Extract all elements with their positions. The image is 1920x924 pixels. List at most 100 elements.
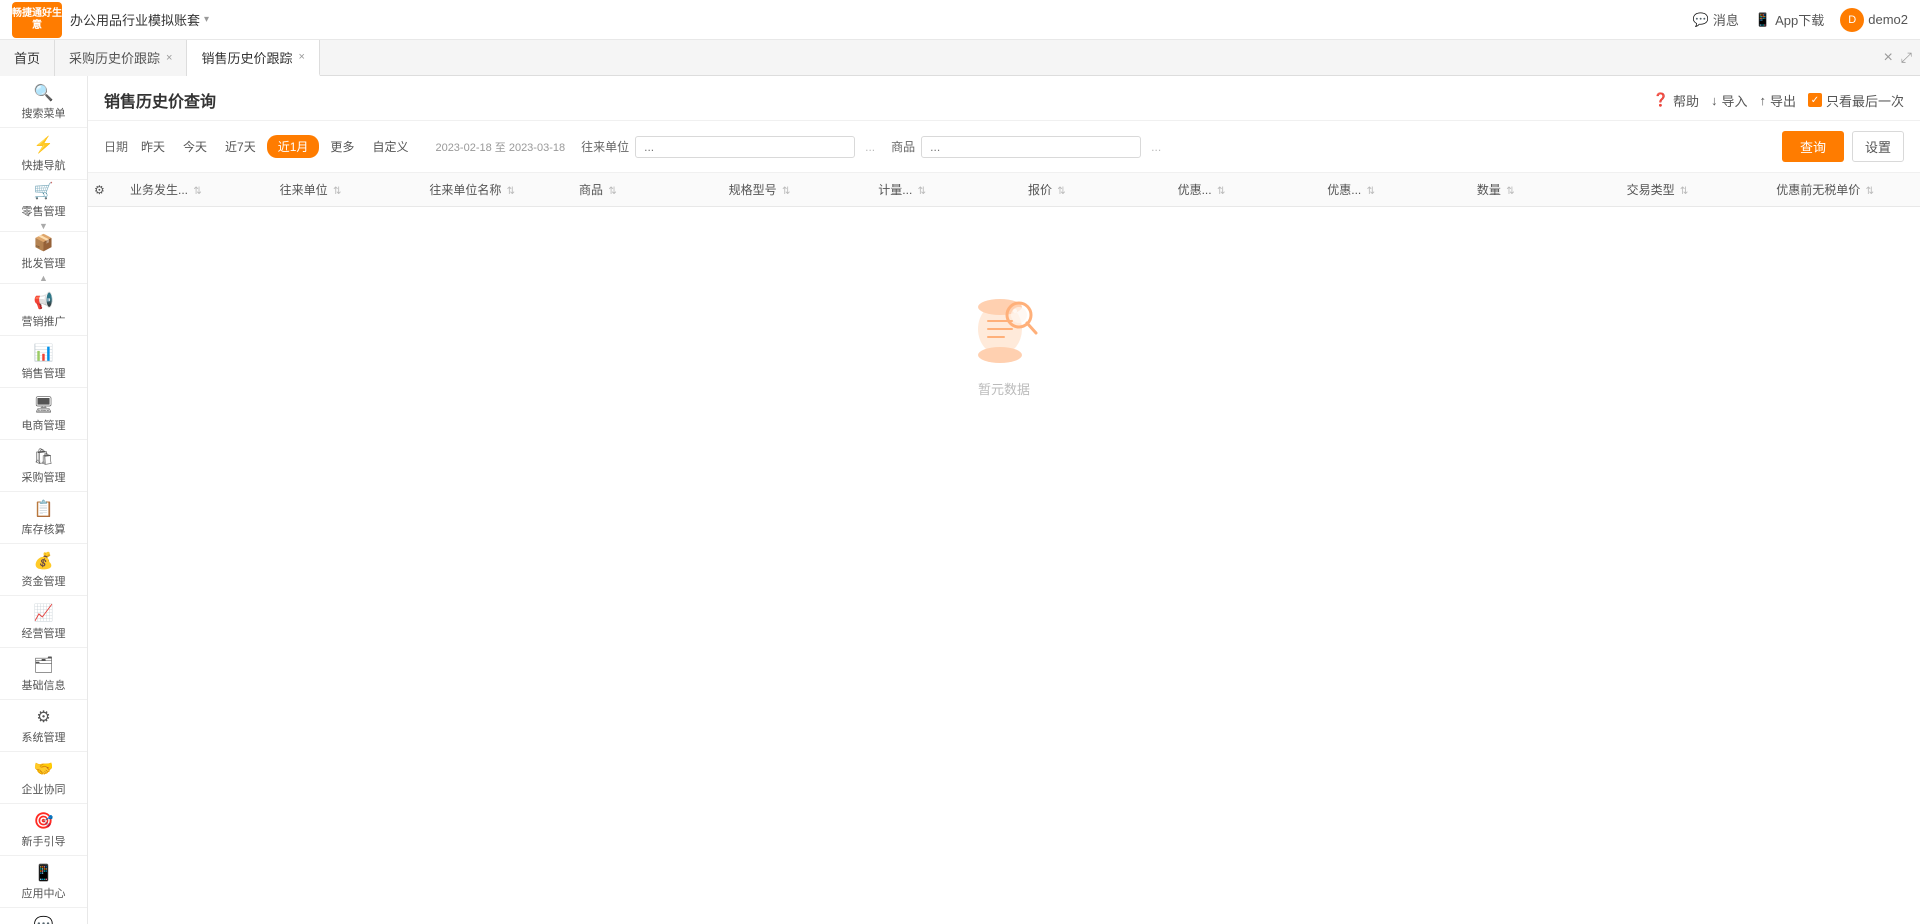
user-name: demo2	[1868, 12, 1908, 27]
date-btn-last1m[interactable]: 近1月	[267, 135, 320, 158]
ecommerce-icon: 🖥	[33, 395, 53, 415]
sidebar-item-quick-nav[interactable]: ⚡ 快捷导航	[0, 128, 87, 180]
sidebar-item-ecommerce[interactable]: 🖥 电商管理	[0, 388, 87, 440]
finance-icon: 💰	[34, 551, 54, 571]
col-discount2[interactable]: 优惠... ⇅	[1321, 173, 1471, 207]
sidebar-item-retail[interactable]: 🛒 零售管理 ▼	[0, 180, 87, 232]
new-guide-icon: 🎯	[34, 811, 54, 831]
export-btn[interactable]: ↑ 导出	[1759, 91, 1796, 110]
tab-bar: 首页 采购历史价跟踪 × 销售历史价跟踪 × × ⤢	[0, 40, 1920, 76]
date-range-text: 2023-02-18 至 2023-03-18	[435, 139, 565, 155]
product-input[interactable]	[921, 136, 1141, 158]
window-close-btn[interactable]: ×	[1883, 49, 1892, 67]
help-btn[interactable]: ❓ 帮助	[1653, 91, 1699, 110]
tab-purchase-history-close[interactable]: ×	[166, 52, 172, 64]
retail-chevron-icon: ▼	[39, 221, 48, 231]
sidebar-item-wechat[interactable]: 💬 企业微信	[0, 908, 87, 924]
import-icon: ↓	[1711, 93, 1718, 108]
sidebar: 🔍 搜索菜单 ⚡ 快捷导航 🛒 零售管理 ▼ 📦 批发管理 ▲ 📢 营销推广 📊…	[0, 76, 88, 924]
company-selector[interactable]: 办公用品行业模拟账套 ▾	[70, 10, 209, 29]
company-name: 办公用品行业模拟账套	[70, 10, 200, 29]
col-settings[interactable]: ⚙	[88, 173, 124, 207]
chevron-down-icon: ▾	[204, 14, 209, 25]
empty-state: 暂元数据	[88, 207, 1920, 478]
col-trade-type[interactable]: 交易类型 ⇅	[1621, 173, 1771, 207]
checkbox-checked-icon	[1808, 93, 1822, 107]
partner-filter-group: 往来单位 ...	[581, 136, 875, 158]
avatar-icon: D	[1840, 8, 1864, 32]
date-btn-last7[interactable]: 近7天	[218, 135, 263, 158]
tab-home-label: 首页	[14, 48, 40, 67]
main-content: 销售历史价查询 ❓ 帮助 ↓ 导入 ↑ 导出 只看最后一次 日期	[88, 76, 1920, 924]
col-product[interactable]: 商品 ⇅	[573, 173, 723, 207]
sort-price-icon: ⇅	[1057, 186, 1065, 197]
sidebar-item-operations[interactable]: 📈 经营管理	[0, 596, 87, 648]
sidebar-item-wholesale[interactable]: 📦 批发管理 ▲	[0, 232, 87, 284]
enterprise-icon: 🤝	[34, 759, 54, 779]
sidebar-item-app-center[interactable]: 📱 应用中心	[0, 856, 87, 908]
retail-icon: 🛒	[34, 181, 54, 201]
col-partner-name[interactable]: 往来单位名称 ⇅	[423, 173, 573, 207]
date-btn-today[interactable]: 今天	[176, 135, 214, 158]
col-price[interactable]: 报价 ⇅	[1022, 173, 1172, 207]
basic-info-icon: 🗂	[33, 655, 53, 675]
col-pretax-price[interactable]: 优惠前无税单价 ⇅	[1770, 173, 1920, 207]
sidebar-item-enterprise[interactable]: 🤝 企业协同	[0, 752, 87, 804]
app-download-label: App下载	[1775, 10, 1824, 29]
tab-sales-history-close[interactable]: ×	[298, 51, 304, 63]
col-partner-code[interactable]: 往来单位 ⇅	[274, 173, 424, 207]
partner-input[interactable]	[635, 136, 855, 158]
sort-quantity-icon: ⇅	[1506, 186, 1514, 197]
sidebar-item-new-guide[interactable]: 🎯 新手引导	[0, 804, 87, 856]
import-btn[interactable]: ↓ 导入	[1711, 91, 1748, 110]
sidebar-item-search-menu[interactable]: 🔍 搜索菜单	[0, 76, 87, 128]
sort-discount1-icon: ⇅	[1217, 186, 1225, 197]
top-bar-left: 畅捷通好生意 办公用品行业模拟账套 ▾	[12, 2, 209, 38]
partner-picker-btn[interactable]: ...	[865, 140, 875, 154]
search-icon: 🔍	[34, 83, 54, 103]
help-icon: ❓	[1653, 92, 1669, 108]
sort-partner-code-icon: ⇅	[333, 186, 341, 197]
col-spec[interactable]: 规格型号 ⇅	[723, 173, 873, 207]
query-button[interactable]: 查询	[1782, 131, 1844, 162]
tab-purchase-history[interactable]: 采购历史价跟踪 ×	[55, 40, 187, 76]
product-filter-group: 商品 ...	[891, 136, 1161, 158]
inventory-icon: 📋	[34, 499, 54, 519]
date-btn-custom[interactable]: 自定义	[365, 135, 415, 158]
wholesale-chevron-icon: ▲	[39, 273, 48, 283]
date-btn-yesterday[interactable]: 昨天	[134, 135, 172, 158]
message-icon: 💬	[1693, 12, 1709, 28]
sidebar-item-basic-info[interactable]: 🗂 基础信息	[0, 648, 87, 700]
col-discount1[interactable]: 优惠... ⇅	[1172, 173, 1322, 207]
user-avatar[interactable]: D demo2	[1840, 8, 1908, 32]
sidebar-item-inventory[interactable]: 📋 库存核算	[0, 492, 87, 544]
download-icon: 📱	[1755, 12, 1771, 28]
col-quantity[interactable]: 数量 ⇅	[1471, 173, 1621, 207]
col-unit[interactable]: 计量... ⇅	[872, 173, 1022, 207]
col-date[interactable]: 业务发生... ⇅	[124, 173, 274, 207]
page-actions: ❓ 帮助 ↓ 导入 ↑ 导出 只看最后一次	[1653, 91, 1904, 110]
app-logo: 畅捷通好生意	[12, 2, 62, 38]
show-last-only-toggle[interactable]: 只看最后一次	[1808, 91, 1904, 110]
message-btn[interactable]: 💬 消息	[1693, 10, 1739, 29]
sidebar-item-purchase[interactable]: 🛍 采购管理	[0, 440, 87, 492]
export-icon: ↑	[1759, 93, 1766, 108]
sidebar-item-marketing[interactable]: 📢 营销推广	[0, 284, 87, 336]
sidebar-item-sales[interactable]: 📊 销售管理	[0, 336, 87, 388]
date-btn-more[interactable]: 更多	[323, 135, 361, 158]
tab-sales-history[interactable]: 销售历史价跟踪 ×	[187, 40, 319, 76]
window-maximize-btn[interactable]: ⤢	[1901, 49, 1912, 66]
sort-trade-type-icon: ⇅	[1680, 186, 1688, 197]
system-icon: ⚙	[36, 707, 50, 727]
tab-sales-history-label: 销售历史价跟踪	[201, 48, 292, 67]
tab-home[interactable]: 首页	[0, 40, 55, 76]
settings-button[interactable]: 设置	[1852, 131, 1904, 162]
sidebar-item-finance[interactable]: 💰 资金管理	[0, 544, 87, 596]
sidebar-item-system[interactable]: ⚙ 系统管理	[0, 700, 87, 752]
sort-pretax-price-icon: ⇅	[1866, 186, 1874, 197]
app-logo-text: 畅捷通好生意	[12, 8, 62, 32]
page-title: 销售历史价查询	[104, 88, 216, 112]
product-picker-btn[interactable]: ...	[1151, 140, 1161, 154]
app-download-btn[interactable]: 📱 App下载	[1755, 10, 1824, 29]
date-filter-group: 日期 昨天 今天 近7天 近1月 更多 自定义	[104, 135, 415, 158]
